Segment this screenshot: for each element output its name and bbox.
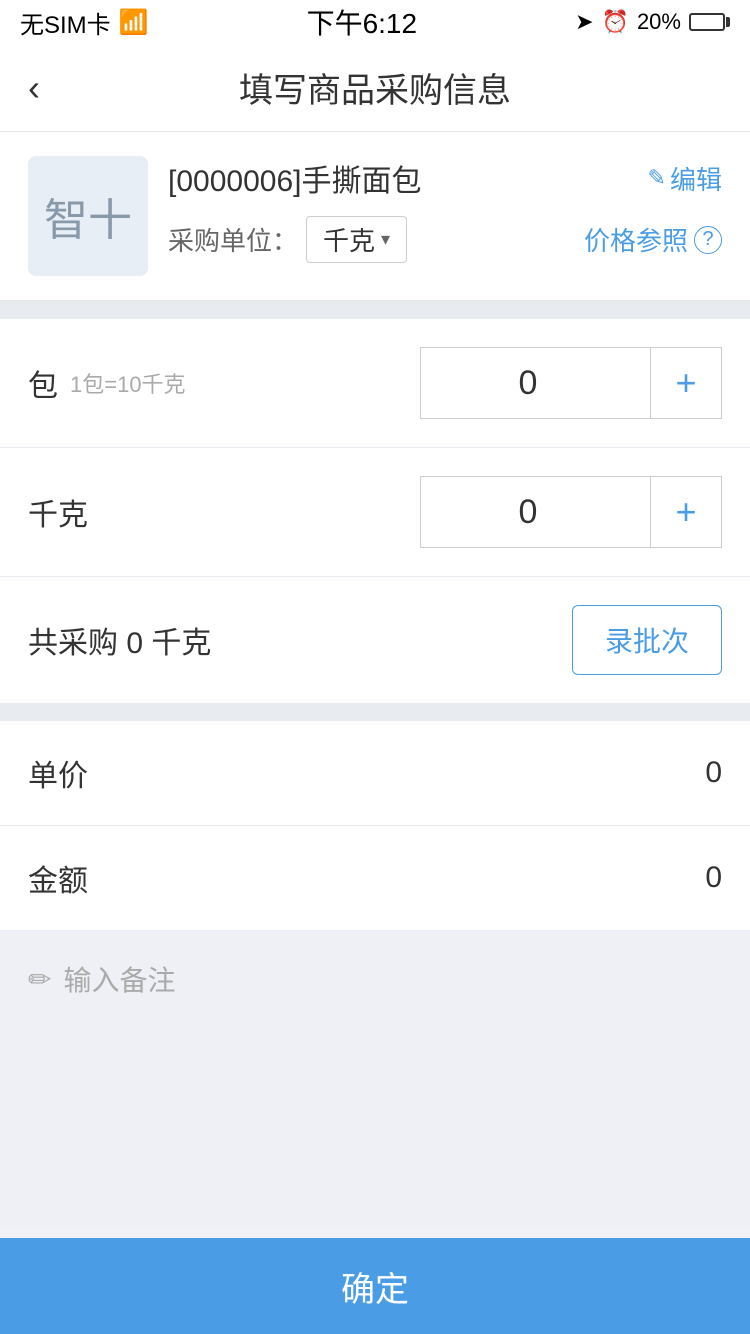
battery-icon bbox=[689, 13, 730, 31]
battery-percent: 20% bbox=[637, 9, 681, 35]
edit-icon: ✎ bbox=[648, 165, 666, 191]
kg-label: 千克 bbox=[28, 490, 88, 534]
amount-row: 金额 0 bbox=[0, 826, 750, 931]
bao-hint: 1包=10千克 bbox=[70, 367, 186, 399]
status-bar: 无SIM卡 📶 下午6:12 ➤ ⏰ 20% bbox=[0, 0, 750, 44]
wifi-icon: 📶 bbox=[119, 8, 149, 37]
nav-bar: ‹ 填写商品采购信息 bbox=[0, 44, 750, 132]
status-right: ➤ ⏰ 20% bbox=[575, 9, 730, 35]
location-icon: ➤ bbox=[575, 9, 593, 35]
confirm-button[interactable]: 确定 bbox=[0, 1238, 750, 1334]
carrier-text: 无SIM卡 bbox=[20, 5, 111, 40]
pencil-icon: ✏ bbox=[28, 963, 51, 996]
back-button[interactable]: ‹ bbox=[28, 67, 40, 109]
kg-input-group: + bbox=[420, 476, 722, 548]
input-section: 包 1包=10千克 + 千克 + 共采购 0 千克 录批次 bbox=[0, 319, 750, 703]
unit-price-value: 0 bbox=[705, 756, 722, 790]
unit-price-label: 单价 bbox=[28, 751, 88, 795]
confirm-button-label: 确定 bbox=[341, 1262, 409, 1311]
status-time: 下午6:12 bbox=[307, 2, 418, 42]
price-ref-button[interactable]: 价格参照 ? bbox=[584, 221, 722, 258]
product-image: 智十 bbox=[28, 156, 148, 276]
amount-value: 0 bbox=[705, 861, 722, 895]
product-unit-row: 采购单位： 千克 ▾ 价格参照 ? bbox=[168, 216, 722, 263]
note-section[interactable]: ✏ 输入备注 bbox=[0, 931, 750, 1027]
bao-quantity-input[interactable] bbox=[420, 347, 650, 419]
summary-text: 共采购 0 千克 bbox=[28, 618, 211, 662]
summary-row: 共采购 0 千克 录批次 bbox=[0, 577, 750, 703]
product-name: [0000006]手撕面包 bbox=[168, 156, 421, 200]
amount-label: 金额 bbox=[28, 856, 88, 900]
unit-label: 采购单位： 千克 ▾ bbox=[168, 216, 407, 263]
bao-label: 包 1包=10千克 bbox=[28, 361, 186, 405]
record-batch-button[interactable]: 录批次 bbox=[572, 605, 722, 675]
price-ref-label: 价格参照 bbox=[584, 221, 688, 258]
kg-plus-button[interactable]: + bbox=[650, 476, 722, 548]
page-title: 填写商品采购信息 bbox=[239, 63, 511, 112]
edit-button[interactable]: ✎ 编辑 bbox=[648, 160, 722, 197]
bottom-space bbox=[0, 1027, 750, 1227]
info-section: 单价 0 金额 0 bbox=[0, 721, 750, 931]
unit-select[interactable]: 千克 ▾ bbox=[306, 216, 407, 263]
help-icon: ? bbox=[694, 226, 722, 254]
bao-plus-button[interactable]: + bbox=[650, 347, 722, 419]
alarm-icon: ⏰ bbox=[602, 9, 629, 35]
product-header: [0000006]手撕面包 ✎ 编辑 bbox=[168, 156, 722, 200]
bao-input-group: + bbox=[420, 347, 722, 419]
product-info: [0000006]手撕面包 ✎ 编辑 采购单位： 千克 ▾ 价格参照 ? bbox=[168, 156, 722, 263]
unit-value: 千克 bbox=[323, 221, 375, 258]
chevron-down-icon: ▾ bbox=[381, 229, 390, 250]
edit-label: 编辑 bbox=[670, 160, 722, 197]
product-logo: 智十 bbox=[44, 184, 132, 248]
status-left: 无SIM卡 📶 bbox=[20, 5, 149, 40]
note-placeholder: 输入备注 bbox=[63, 959, 175, 999]
input-row-kg: 千克 + bbox=[0, 448, 750, 577]
divider-2 bbox=[0, 703, 750, 721]
unit-price-row: 单价 0 bbox=[0, 721, 750, 826]
product-card: 智十 [0000006]手撕面包 ✎ 编辑 采购单位： 千克 ▾ 价格参照 ? bbox=[0, 132, 750, 301]
divider-1 bbox=[0, 301, 750, 319]
kg-quantity-input[interactable] bbox=[420, 476, 650, 548]
input-row-bao: 包 1包=10千克 + bbox=[0, 319, 750, 448]
